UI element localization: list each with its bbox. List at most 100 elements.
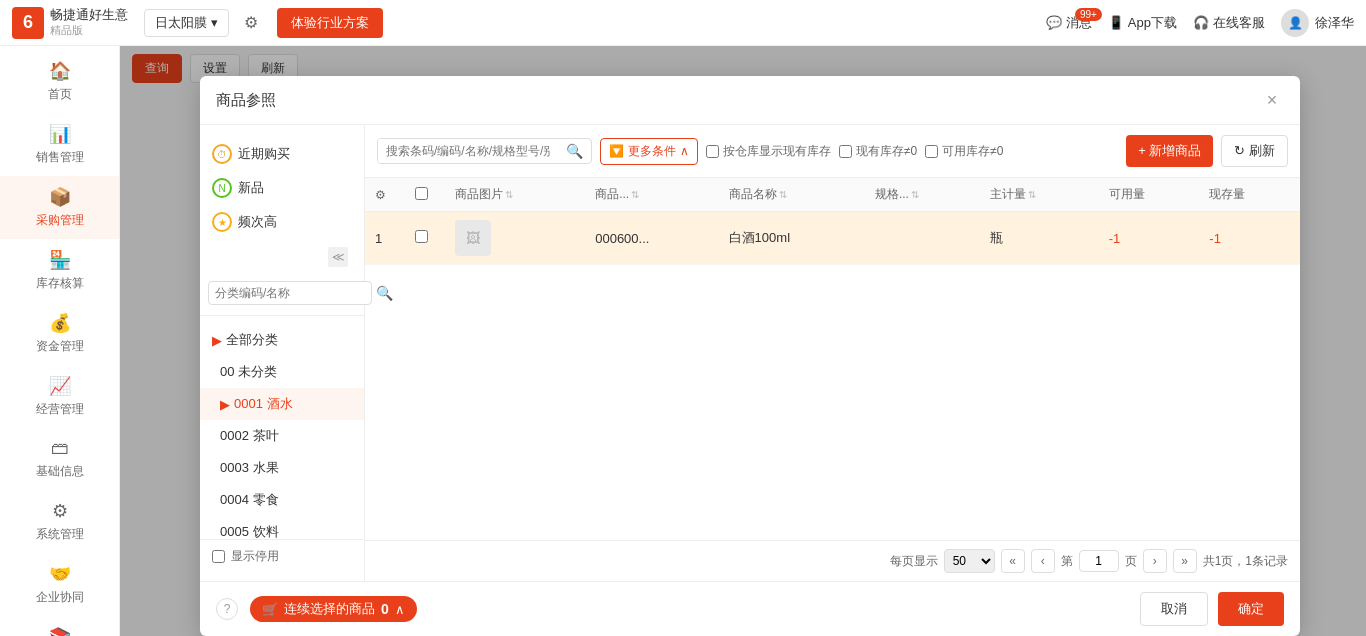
show-disabled-label[interactable]: 显示停用 (212, 548, 352, 565)
cancel-button[interactable]: 取消 (1140, 592, 1208, 626)
sidebar-label-basic: 基础信息 (36, 463, 84, 480)
chevron-down-icon: ▾ (211, 15, 218, 30)
show-disabled-checkbox[interactable] (212, 550, 225, 563)
topbar: 6 畅捷通好生意 精品版 日太阳膜 ▾ ⚙ 体验行业方案 💬 消息 99+ 📱 … (0, 0, 1366, 46)
new-icon: N (212, 178, 232, 198)
cat-beverage[interactable]: 0005 饮料 (200, 516, 364, 539)
filter-icon: 🔽 (609, 144, 624, 158)
category-search-input[interactable] (208, 281, 372, 305)
th-code-label: 商品... (595, 186, 629, 203)
sidebar-label-finance: 资金管理 (36, 338, 84, 355)
sidebar-item-inventory[interactable]: 🏪 库存核算 (0, 239, 119, 302)
td-image: 🖼 (445, 212, 585, 265)
search-toolbar: 🔍 🔽 更多条件 ∧ 按仓库显示现有库存 (365, 125, 1300, 178)
confirm-button[interactable]: 确定 (1218, 592, 1284, 626)
home-icon: 🏠 (49, 60, 71, 82)
cat-uncategorized[interactable]: 00 未分类 (200, 356, 364, 388)
user-profile[interactable]: 👤 徐泽华 (1281, 9, 1354, 37)
checkbox-nonzero-stock[interactable]: 现有库存≠0 (839, 143, 917, 160)
cart-count: 0 (381, 601, 389, 617)
last-page-button[interactable]: » (1173, 549, 1197, 573)
cat-tea-label: 0002 茶叶 (220, 427, 279, 445)
quick-nav-recent[interactable]: ⏱ 近期购买 (200, 137, 364, 171)
cat-uncategorized-label: 00 未分类 (220, 363, 277, 381)
cat-all[interactable]: ▶ 全部分类 (200, 324, 364, 356)
category-search-row: 🔍 (200, 275, 364, 311)
app-download-button[interactable]: 📱 App下载 (1108, 14, 1177, 32)
sidebar-item-purchase[interactable]: 📦 采购管理 (0, 176, 119, 239)
sort-icon-name: ⇅ (779, 189, 787, 200)
cat-alcohol-arrow: ▶ (220, 397, 230, 412)
th-unit-label: 主计量 (990, 186, 1026, 203)
prev-page-button[interactable]: ‹ (1031, 549, 1055, 573)
row-checkbox[interactable] (415, 230, 428, 243)
cat-snack-label: 0004 零食 (220, 491, 279, 509)
store-selector[interactable]: 日太阳膜 ▾ (144, 9, 229, 37)
sidebar-item-operation[interactable]: 📈 经营管理 (0, 365, 119, 428)
sidebar-item-guide[interactable]: 📚 新手引导 (0, 616, 119, 636)
message-button[interactable]: 💬 消息 99+ (1046, 14, 1092, 32)
checkbox-nonzero-available[interactable]: 可用库存≠0 (925, 143, 1003, 160)
quick-nav-frequent[interactable]: ★ 频次高 (200, 205, 364, 239)
message-icon: 💬 (1046, 15, 1062, 30)
trial-button[interactable]: 体验行业方案 (277, 8, 383, 38)
cat-fruit[interactable]: 0003 水果 (200, 452, 364, 484)
modal-close-button[interactable]: × (1260, 88, 1284, 112)
cat-all-arrow: ▶ (212, 333, 222, 348)
cart-button[interactable]: 🛒 连续选择的商品 0 ∧ (250, 596, 417, 622)
select-all-checkbox[interactable] (415, 187, 428, 200)
nonzero-stock-checkbox[interactable] (839, 145, 852, 158)
product-table: ⚙ 商品图片 ⇅ (365, 178, 1300, 265)
cart-chevron: ∧ (395, 602, 405, 617)
gear-button[interactable]: ⚙ (237, 9, 265, 37)
help-button[interactable]: ? (216, 598, 238, 620)
product-search-input[interactable] (378, 139, 558, 163)
sidebar-item-basic[interactable]: 🗃 基础信息 (0, 428, 119, 490)
per-page-label: 每页显示 (890, 553, 938, 570)
quick-nav-new[interactable]: N 新品 (200, 171, 364, 205)
cat-alcohol[interactable]: ▶ 0001 酒水 (200, 388, 364, 420)
sidebar-item-home[interactable]: 🏠 首页 (0, 50, 119, 113)
logo-sub: 精品版 (50, 23, 128, 38)
add-product-button[interactable]: + 新增商品 (1126, 135, 1213, 167)
by-warehouse-checkbox[interactable] (706, 145, 719, 158)
per-page-select[interactable]: 50 100 (944, 549, 995, 573)
table-row[interactable]: 1 🖼 000600... 白酒100ml 瓶 -1 (365, 212, 1300, 265)
td-spec (865, 212, 980, 265)
refresh-button[interactable]: ↻ 刷新 (1221, 135, 1288, 167)
logo-area: 6 畅捷通好生意 精品版 (12, 7, 128, 39)
sidebar-label-purchase: 采购管理 (36, 212, 84, 229)
guide-icon: 📚 (49, 626, 71, 636)
th-settings[interactable]: ⚙ (365, 178, 405, 212)
sidebar-item-finance[interactable]: 💰 资金管理 (0, 302, 119, 365)
checkbox-by-warehouse-label: 按仓库显示现有库存 (723, 143, 831, 160)
app-icon: 📱 (1108, 15, 1124, 30)
checkbox-by-warehouse[interactable]: 按仓库显示现有库存 (706, 143, 831, 160)
sidebar-label-operation: 经营管理 (36, 401, 84, 418)
main-layout: 🏠 首页 📊 销售管理 📦 采购管理 🏪 库存核算 💰 资金管理 📈 经营管理 … (0, 46, 1366, 636)
filter-label: 更多条件 (628, 143, 676, 160)
cat-snack[interactable]: 0004 零食 (200, 484, 364, 516)
more-filter-button[interactable]: 🔽 更多条件 ∧ (600, 138, 698, 165)
th-spec-label: 规格... (875, 186, 909, 203)
th-image: 商品图片 ⇅ (445, 178, 585, 212)
td-index: 1 (365, 212, 405, 265)
online-service-button[interactable]: 🎧 在线客服 (1193, 14, 1265, 32)
quick-nav-frequent-label: 频次高 (238, 213, 277, 231)
right-panel: 🔍 🔽 更多条件 ∧ 按仓库显示现有库存 (365, 125, 1300, 581)
td-checkbox[interactable] (405, 212, 445, 265)
first-page-button[interactable]: « (1001, 549, 1025, 573)
quick-nav: ⏱ 近期购买 N 新品 ★ 频次高 (200, 133, 364, 243)
page-number-input[interactable] (1079, 550, 1119, 572)
sort-icon-spec: ⇅ (911, 189, 919, 200)
collapse-button[interactable]: ≪ (328, 247, 348, 267)
sidebar-item-system[interactable]: ⚙ 系统管理 (0, 490, 119, 553)
th-checkbox[interactable] (405, 178, 445, 212)
cat-beverage-label: 0005 饮料 (220, 523, 279, 539)
cat-tea[interactable]: 0002 茶叶 (200, 420, 364, 452)
next-page-button[interactable]: › (1143, 549, 1167, 573)
nonzero-available-checkbox[interactable] (925, 145, 938, 158)
sidebar-item-sales[interactable]: 📊 销售管理 (0, 113, 119, 176)
sidebar-item-enterprise[interactable]: 🤝 企业协同 (0, 553, 119, 616)
product-search-button[interactable]: 🔍 (558, 139, 591, 163)
